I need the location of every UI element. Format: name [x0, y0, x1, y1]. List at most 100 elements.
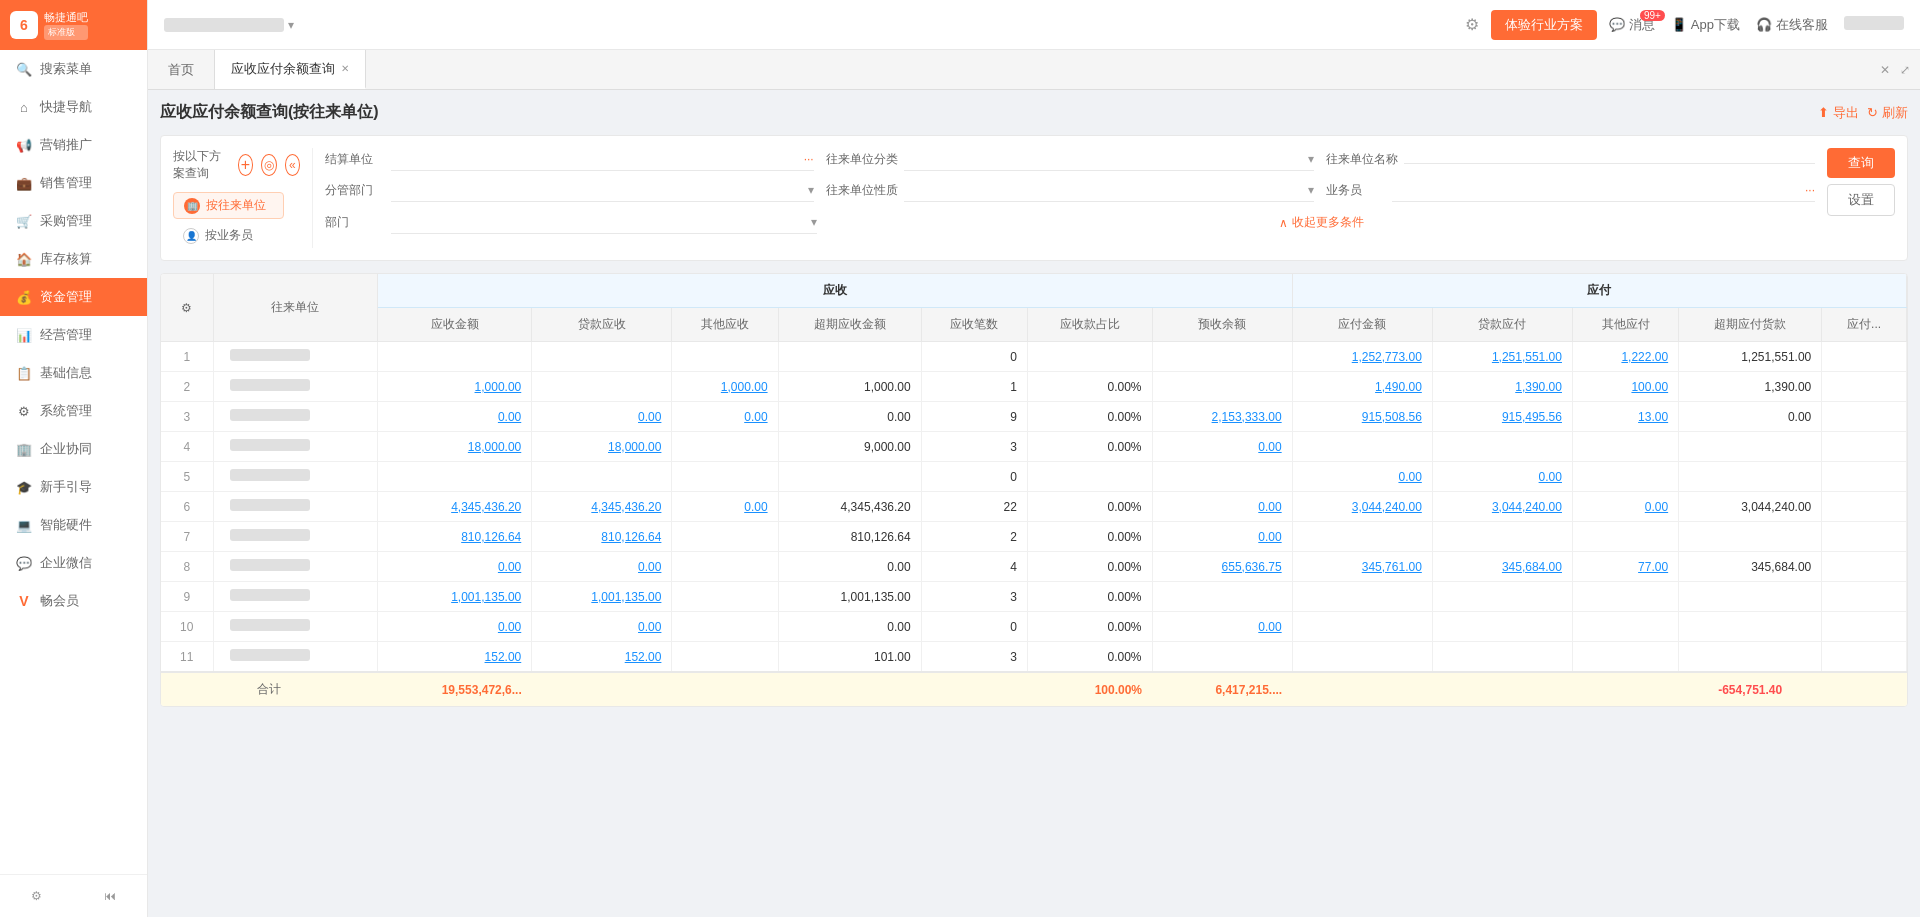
- cell-pay-more: [1822, 462, 1907, 492]
- user-menu[interactable]: [1844, 16, 1904, 33]
- cell-pay-more: [1822, 582, 1907, 612]
- cell-pay-overdue: 1,251,551.00: [1679, 342, 1822, 372]
- sidebar-item-system[interactable]: ⚙ 系统管理: [0, 392, 147, 430]
- th-pay-overdue: 超期应付货款: [1679, 308, 1822, 342]
- cell-unit-name: [213, 462, 378, 492]
- tab-home[interactable]: 首页: [148, 50, 215, 89]
- sidebar-settings-btn[interactable]: ⚙: [25, 883, 48, 909]
- th-pay-loan: 贷款应付: [1432, 308, 1572, 342]
- setup-btn[interactable]: 设置: [1827, 184, 1895, 216]
- cell-rec-ratio: 0.00%: [1027, 372, 1152, 402]
- cell-rec-amount: 152.00: [378, 642, 532, 673]
- cell-rec-count: 1: [921, 372, 1027, 402]
- unit-category-label: 往来单位分类: [826, 151, 898, 168]
- sidebar-collapse-btn[interactable]: ⏮: [98, 883, 122, 909]
- chevron-icon2: ▾: [808, 183, 814, 197]
- app-icon: 📱: [1671, 17, 1687, 32]
- sidebar-item-operation[interactable]: 📊 经营管理: [0, 316, 147, 354]
- cell-rec-amount: 810,126.64: [378, 522, 532, 552]
- cell-rec-loan: 1,001,135.00: [532, 582, 672, 612]
- filter-row-1: 结算单位 ··· 往来单位分类 ▾ 往来单位名称: [325, 148, 1815, 171]
- cell-rec-count: 2: [921, 522, 1027, 552]
- sidebar-item-wechat[interactable]: 💬 企业微信: [0, 544, 147, 582]
- sidebar-item-label: 库存核算: [40, 250, 92, 268]
- cell-no: 11: [161, 642, 213, 673]
- sidebar-item-inventory[interactable]: 🏠 库存核算: [0, 240, 147, 278]
- cell-no: 7: [161, 522, 213, 552]
- filter-rows: 结算单位 ··· 往来单位分类 ▾ 往来单位名称: [325, 148, 1815, 248]
- expand-icon[interactable]: ⤢: [1900, 63, 1910, 77]
- sidebar-item-label: 畅会员: [40, 592, 79, 610]
- refresh-icon: ↻: [1867, 105, 1878, 120]
- cell-pre-balance: 0.00: [1152, 522, 1292, 552]
- promo-btn[interactable]: 体验行业方案: [1491, 10, 1597, 40]
- sidebar-item-finance[interactable]: 💰 资金管理: [0, 278, 147, 316]
- cell-rec-count: 3: [921, 432, 1027, 462]
- filter-option-unit[interactable]: 🏢 按往来单位: [173, 192, 284, 219]
- sidebar-item-purchase[interactable]: 🛒 采购管理: [0, 202, 147, 240]
- system-icon: ⚙: [16, 403, 32, 419]
- query-btn[interactable]: 查询: [1827, 148, 1895, 178]
- unit-name-input[interactable]: [1404, 155, 1815, 164]
- logo-badge: 标准版: [44, 25, 88, 40]
- th-pre-balance: 预收余额: [1152, 308, 1292, 342]
- th-rec-other: 其他应收: [672, 308, 778, 342]
- cell-rec-ratio: 0.00%: [1027, 582, 1152, 612]
- sidebar-item-member[interactable]: V 畅会员: [0, 582, 147, 620]
- settlement-input[interactable]: ···: [391, 148, 814, 171]
- sidebar-item-marketing[interactable]: 📢 营销推广: [0, 126, 147, 164]
- cell-no: 1: [161, 342, 213, 372]
- unit-name-label: 往来单位名称: [1326, 151, 1398, 168]
- footer-pre-balance: 6,417,215....: [1152, 672, 1292, 706]
- settings-gear-icon[interactable]: ⚙: [1465, 15, 1479, 34]
- filter-add-btn[interactable]: +: [238, 154, 253, 176]
- close-window-icon[interactable]: ✕: [1880, 63, 1890, 77]
- filter-option-sales[interactable]: 👤 按业务员: [173, 223, 284, 248]
- unit-nature-select[interactable]: ▾: [904, 179, 1315, 202]
- sidebar-item-search[interactable]: 🔍 搜索菜单: [0, 50, 147, 88]
- cell-pay-other: 13.00: [1572, 402, 1678, 432]
- sidebar-item-hardware[interactable]: 💻 智能硬件: [0, 506, 147, 544]
- sidebar-item-sales[interactable]: 💼 销售管理: [0, 164, 147, 202]
- table-container: ⚙ 往来单位 应收 应付 应收金额 贷款应收 其他应收 超期应收金额 应收笔数 …: [160, 273, 1908, 707]
- footer-pay-loan: [1432, 672, 1572, 706]
- export-icon: ⬆: [1818, 105, 1829, 120]
- salesman-input[interactable]: ···: [1392, 179, 1815, 202]
- th-settings[interactable]: ⚙: [161, 274, 213, 342]
- search-icon: 🔍: [16, 61, 32, 77]
- dots-icon2: ···: [1805, 183, 1815, 197]
- export-btn[interactable]: ⬆ 导出: [1818, 104, 1859, 122]
- cell-pay-more: [1822, 492, 1907, 522]
- dept-select[interactable]: ▾: [391, 179, 814, 202]
- data-table: ⚙ 往来单位 应收 应付 应收金额 贷款应收 其他应收 超期应收金额 应收笔数 …: [161, 274, 1907, 706]
- sidebar-item-enterprise[interactable]: 🏢 企业协同: [0, 430, 147, 468]
- cell-rec-amount: 1,001,135.00: [378, 582, 532, 612]
- cell-rec-loan: 152.00: [532, 642, 672, 673]
- cell-pay-other: 100.00: [1572, 372, 1678, 402]
- app-download-btn[interactable]: 📱 App下载: [1671, 16, 1740, 34]
- wechat-icon: 💬: [16, 555, 32, 571]
- message-btn[interactable]: 💬 消息 99+: [1609, 16, 1655, 34]
- refresh-btn[interactable]: ↻ 刷新: [1867, 104, 1908, 122]
- filter-settings-btn[interactable]: ◎: [261, 154, 276, 176]
- tab-close-icon[interactable]: ✕: [341, 63, 349, 74]
- cell-rec-amount: 4,345,436.20: [378, 492, 532, 522]
- collapse-btn[interactable]: ∧ 收起更多条件: [1271, 210, 1372, 235]
- content-area: 应收应付余额查询(按往来单位) ⬆ 导出 ↻ 刷新 按以下方案查询 +: [148, 90, 1920, 917]
- table-row: 11152.00152.00101.0030.00%: [161, 642, 1907, 673]
- filter-collapse-left-btn[interactable]: «: [285, 154, 300, 176]
- tab-arap[interactable]: 应收应付余额查询 ✕: [215, 50, 366, 89]
- sidebar-item-guide[interactable]: 🎓 新手引导: [0, 468, 147, 506]
- filter-panel: 按以下方案查询 + ◎ « 🏢 按往来单位 👤 按业务员: [160, 135, 1908, 261]
- cell-pay-loan: 0.00: [1432, 462, 1572, 492]
- table-row: 30.000.000.000.0090.00%2,153,333.00915,5…: [161, 402, 1907, 432]
- sidebar-item-nav[interactable]: ⌂ 快捷导航: [0, 88, 147, 126]
- footer-label: 合计: [161, 672, 378, 706]
- department-select[interactable]: ▾: [391, 211, 817, 234]
- cell-pay-overdue: 3,044,240.00: [1679, 492, 1822, 522]
- sidebar-item-basic[interactable]: 📋 基础信息: [0, 354, 147, 392]
- cell-rec-overdue: 1,001,135.00: [778, 582, 921, 612]
- online-service-btn[interactable]: 🎧 在线客服: [1756, 16, 1828, 34]
- unit-category-select[interactable]: ▾: [904, 148, 1315, 171]
- cell-pay-loan: 1,390.00: [1432, 372, 1572, 402]
